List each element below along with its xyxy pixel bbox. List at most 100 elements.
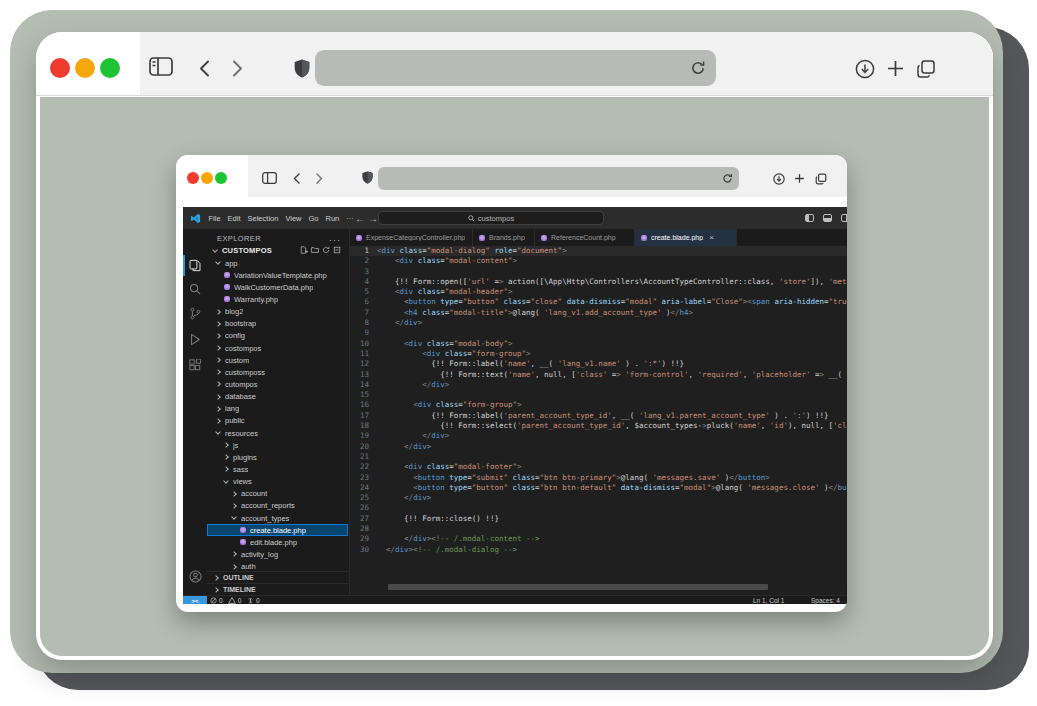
new-tab-icon[interactable] [885, 58, 906, 79]
nav-back-icon[interactable]: ← [355, 207, 365, 229]
reload-icon[interactable] [689, 59, 707, 77]
code-line[interactable]: 29 </div><!-- /.modal-content --> [350, 534, 847, 544]
code-line[interactable]: 4 {!! Form::open(['url' => action([\App\… [350, 277, 847, 287]
tree-item-sass[interactable]: sass [207, 463, 348, 475]
code-line[interactable]: 25 </div> [350, 493, 847, 503]
code-line[interactable]: 24 <button type="button" class="btn btn-… [350, 483, 847, 493]
tab-Brands.php[interactable]: Brands.php [473, 229, 535, 246]
tree-item-js[interactable]: js [207, 439, 348, 451]
code-line[interactable]: 26 [350, 503, 847, 513]
new-tab-icon[interactable] [793, 172, 806, 185]
close-traffic-light[interactable] [50, 58, 70, 78]
nav-forward-icon[interactable]: → [368, 207, 378, 229]
timeline-section[interactable]: TIMELINE [207, 583, 349, 595]
code-line[interactable]: 16 <div class="form-group"> [350, 400, 847, 410]
tree-item-Warranty.php[interactable]: Warranty.php [207, 293, 348, 305]
menu-item-go[interactable]: Go [305, 214, 322, 223]
shield-icon[interactable] [293, 58, 311, 78]
downloads-icon[interactable] [854, 58, 875, 79]
tree-item-VariationValueTemplate.php[interactable]: VariationValueTemplate.php [207, 269, 348, 281]
code-line[interactable]: 7 <h4 class="modal-title">@lang( 'lang_v… [350, 308, 847, 318]
tab-ExpenseCategoryController.php[interactable]: ExpenseCategoryController.php [350, 229, 473, 246]
menu-item-edit[interactable]: Edit [224, 214, 244, 223]
maximize-traffic-light[interactable] [215, 172, 227, 184]
indentation-status[interactable]: Spaces: 4 [811, 596, 840, 604]
tab-overview-icon[interactable] [915, 58, 936, 79]
code-line[interactable]: 18 {!! Form::select('parent_account_type… [350, 421, 847, 431]
code-line[interactable]: 1<div class="modal-dialog" role="documen… [350, 246, 847, 256]
maximize-traffic-light[interactable] [100, 58, 120, 78]
tree-item-public[interactable]: public [207, 415, 348, 427]
code-line[interactable]: 3 [350, 267, 847, 277]
tree-item-customposs[interactable]: customposs [207, 366, 348, 378]
code-area[interactable]: 1<div class="modal-dialog" role="documen… [350, 246, 847, 595]
menu-item-file[interactable]: File [205, 214, 224, 223]
downloads-icon[interactable] [772, 172, 785, 185]
toggle-sidebar-icon[interactable] [805, 214, 814, 222]
code-line[interactable]: 28 [350, 524, 847, 534]
outline-section[interactable]: OUTLINE [207, 571, 349, 583]
tree-item-app[interactable]: app [207, 257, 348, 269]
minimize-traffic-light[interactable] [201, 172, 213, 184]
vscode-search-box[interactable]: custompos [378, 211, 604, 225]
tree-item-views[interactable]: views [207, 476, 348, 488]
search-sidebar-icon[interactable] [183, 282, 207, 296]
ports-status[interactable]: 0 [247, 596, 260, 604]
tree-item-lang[interactable]: lang [207, 403, 348, 415]
toggle-panel-icon[interactable] [823, 214, 832, 222]
source-control-icon[interactable] [183, 306, 207, 320]
code-line[interactable]: 17 {!! Form::label('parent_account_type_… [350, 411, 847, 421]
menu-item-view[interactable]: View [282, 214, 305, 223]
code-line[interactable]: 2 <div class="modal-content"> [350, 256, 847, 266]
tree-item-bootstrap[interactable]: bootstrap [207, 318, 348, 330]
run-debug-icon[interactable] [183, 332, 207, 346]
tab-ReferenceCount.php[interactable]: ReferenceCount.php [535, 229, 635, 246]
tree-item-account_types[interactable]: account_types [207, 512, 348, 524]
account-icon[interactable] [183, 569, 207, 583]
tree-item-cutompos[interactable]: cutompos [207, 378, 348, 390]
toggle-secondary-sidebar-icon[interactable] [841, 214, 847, 222]
code-line[interactable]: 23 <button type="submit" class="btn btn-… [350, 473, 847, 483]
menu-item-run[interactable]: Run [322, 214, 343, 223]
code-line[interactable]: 8 </div> [350, 318, 847, 328]
reload-icon[interactable] [721, 173, 733, 185]
code-line[interactable]: 9 [350, 328, 847, 338]
horizontal-scrollbar[interactable] [388, 584, 768, 590]
tree-item-activity_log[interactable]: activity_log [207, 548, 348, 560]
tree-item-resources[interactable]: resources [207, 427, 348, 439]
address-bar[interactable] [315, 50, 716, 86]
new-file-icon[interactable] [300, 246, 308, 254]
tab-overview-icon[interactable] [814, 172, 827, 185]
refresh-icon[interactable] [322, 246, 330, 254]
project-section-header[interactable]: CUSTOMPOS [207, 244, 349, 257]
code-line[interactable]: 5 <div class="modal-header"> [350, 287, 847, 297]
code-line[interactable]: 14 </div> [350, 380, 847, 390]
close-traffic-light[interactable] [187, 172, 199, 184]
sidebar-toggle-icon[interactable] [148, 56, 174, 76]
explorer-icon[interactable] [183, 258, 207, 272]
code-line[interactable]: 30 </div><!-- /.modal-dialog --> [350, 545, 847, 555]
tree-item-account_reports[interactable]: account_reports [207, 500, 348, 512]
code-line[interactable]: 22 <div class="modal-footer"> [350, 462, 847, 472]
sidebar-toggle-icon[interactable] [261, 171, 278, 185]
problems-status[interactable]: 0 0 [210, 596, 241, 604]
code-line[interactable]: 27 {!! Form::close() !!} [350, 514, 847, 524]
code-line[interactable]: 21 [350, 452, 847, 462]
close-tab-icon[interactable]: × [709, 233, 714, 242]
extensions-icon[interactable] [183, 358, 207, 372]
tree-item-custom[interactable]: custom [207, 354, 348, 366]
code-line[interactable]: 20 </div> [350, 442, 847, 452]
minimize-traffic-light[interactable] [75, 58, 95, 78]
tree-item-plugins[interactable]: plugins [207, 451, 348, 463]
new-folder-icon[interactable] [311, 246, 319, 254]
menu-item-selection[interactable]: Selection [244, 214, 282, 223]
tree-item-WalkCustomerData.php[interactable]: WalkCustomerData.php [207, 281, 348, 293]
tree-item-config[interactable]: config [207, 330, 348, 342]
code-line[interactable]: 19 </div> [350, 431, 847, 441]
tree-item-auth[interactable]: auth [207, 561, 348, 571]
code-line[interactable]: 11 <div class="form-group"> [350, 349, 847, 359]
code-line[interactable]: 13 {!! Form::text('name', null, ['class'… [350, 370, 847, 380]
back-icon[interactable] [196, 59, 212, 77]
collapse-folders-icon[interactable] [333, 246, 341, 254]
code-line[interactable]: 15 [350, 390, 847, 400]
